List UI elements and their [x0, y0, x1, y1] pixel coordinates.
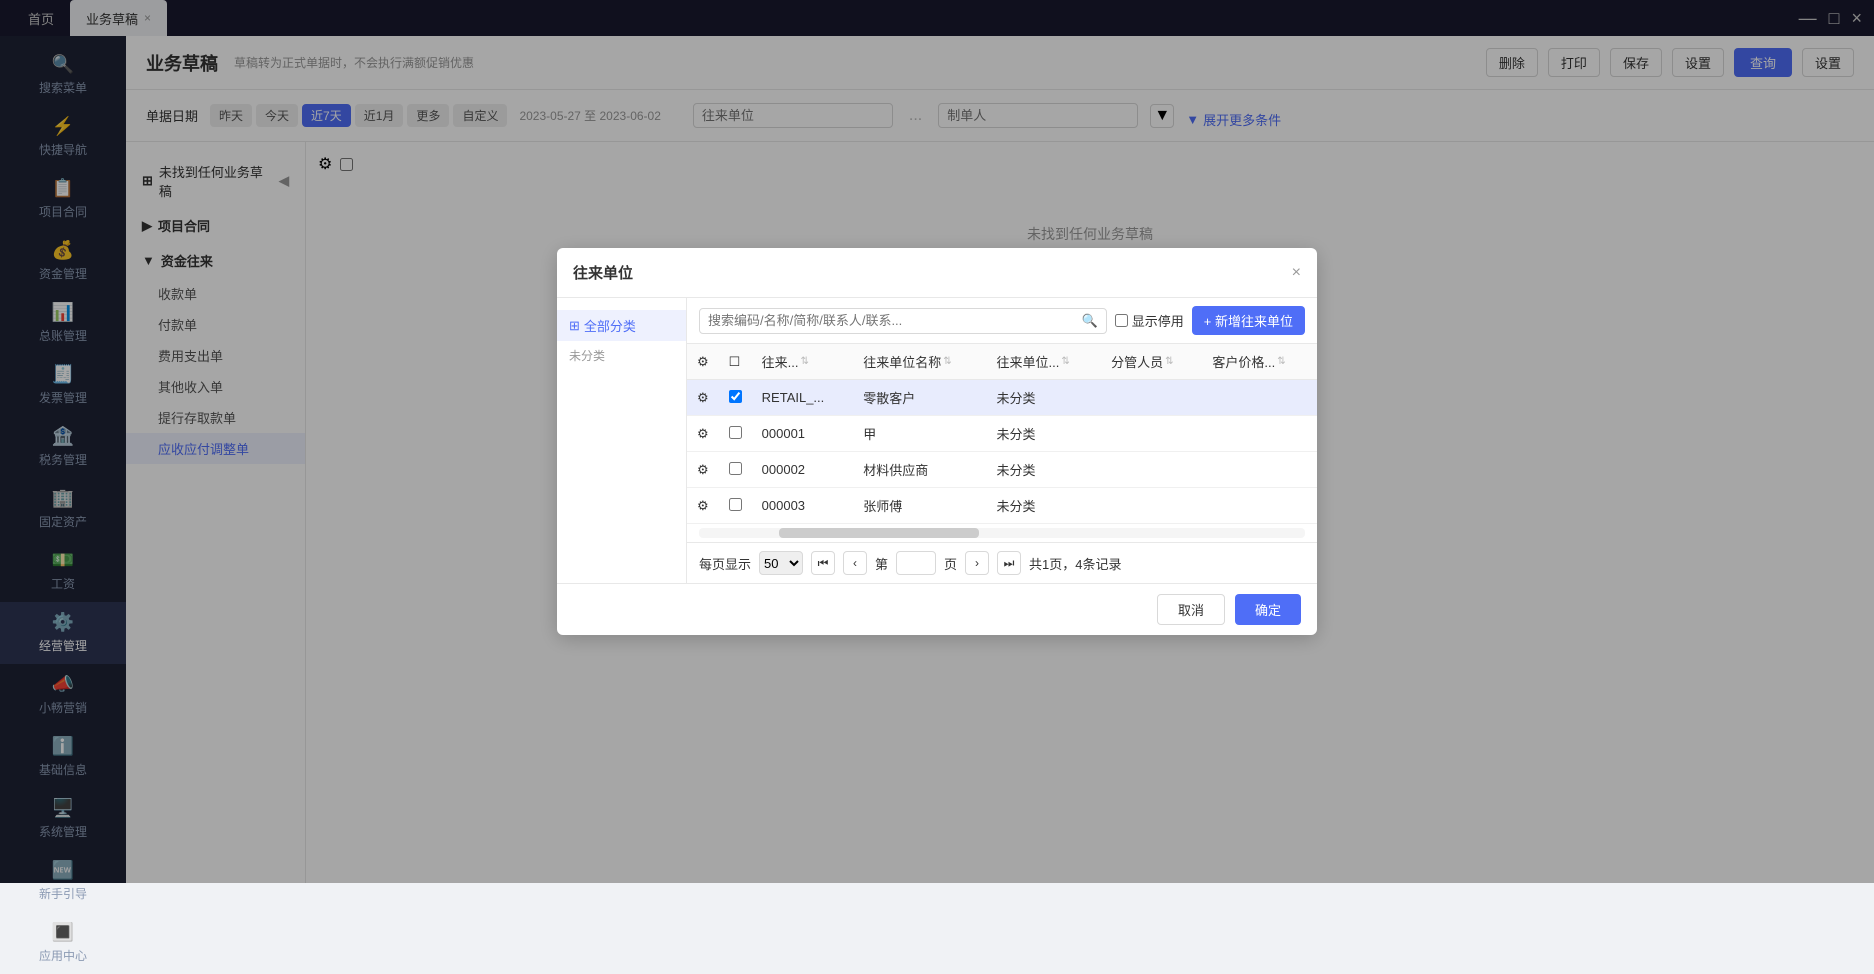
- show-disabled-checkbox[interactable]: [1115, 314, 1128, 327]
- modal-close-button[interactable]: ×: [1292, 264, 1301, 282]
- modal-toolbar: 🔍 显示停用 + 新增往来单位: [687, 298, 1317, 344]
- per-page-select[interactable]: 50 100: [759, 551, 803, 575]
- row-code: RETAIL_...: [752, 380, 854, 416]
- modal-header: 往来单位 ×: [557, 248, 1317, 298]
- search-box[interactable]: 🔍: [699, 308, 1107, 334]
- table-row[interactable]: ⚙ 000001 甲 未分类: [687, 416, 1317, 452]
- cancel-button[interactable]: 取消: [1157, 594, 1225, 625]
- table-row[interactable]: ⚙ 000002 材料供应商 未分类: [687, 452, 1317, 488]
- row-code: 000002: [752, 452, 854, 488]
- page-label: 第: [875, 554, 888, 573]
- sidebar-item-app-center[interactable]: 🔳 应用中心: [0, 912, 126, 974]
- row-manager: [1101, 452, 1202, 488]
- row-manager: [1101, 488, 1202, 524]
- modal-title: 往来单位: [573, 262, 633, 283]
- row-settings[interactable]: ⚙: [687, 452, 719, 488]
- table-row[interactable]: ⚙ RETAIL_... 零散客户 未分类: [687, 380, 1317, 416]
- col-price-level: 客户价格... ⇅: [1202, 344, 1317, 380]
- page-unit: 页: [944, 554, 957, 573]
- row-checkbox[interactable]: [719, 488, 752, 524]
- show-disabled-label: 显示停用: [1132, 311, 1184, 330]
- row-checkbox[interactable]: [719, 380, 752, 416]
- search-icon: 🔍: [1082, 313, 1098, 329]
- col-manager: 分管人员 ⇅: [1101, 344, 1202, 380]
- new-partner-button[interactable]: + 新增往来单位: [1192, 306, 1305, 335]
- modal-body: ⊞ 全部分类 未分类 🔍 显示停用 + 新增往来单位: [557, 298, 1317, 583]
- show-disabled-checkbox-group[interactable]: 显示停用: [1115, 311, 1184, 330]
- row-code: 000003: [752, 488, 854, 524]
- row-price-level: [1202, 488, 1317, 524]
- row-checkbox[interactable]: [719, 452, 752, 488]
- row-price-level: [1202, 452, 1317, 488]
- row-category: 未分类: [986, 452, 1101, 488]
- row-name: 零散客户: [853, 380, 986, 416]
- row-name: 材料供应商: [853, 452, 986, 488]
- modal-table: ⚙ ☐ 往来... ⇅ 往来单位名称 ⇅ 往来单位... ⇅: [687, 344, 1317, 524]
- next-page-button[interactable]: ›: [965, 551, 989, 575]
- modal-content: 🔍 显示停用 + 新增往来单位 ⚙ ☐: [687, 298, 1317, 583]
- row-checkbox[interactable]: [719, 416, 752, 452]
- modal-actions: 取消 确定: [557, 583, 1317, 635]
- prev-page-button[interactable]: ‹: [843, 551, 867, 575]
- modal-uncategorized-label: 未分类: [557, 341, 686, 370]
- col-code: 往来... ⇅: [752, 344, 854, 380]
- row-code: 000001: [752, 416, 854, 452]
- row-name: 张师傅: [853, 488, 986, 524]
- modal-sidebar: ⊞ 全部分类 未分类: [557, 298, 687, 583]
- col-settings[interactable]: ⚙: [687, 344, 719, 380]
- col-checkbox[interactable]: ☐: [719, 344, 752, 380]
- col-category: 往来单位... ⇅: [986, 344, 1101, 380]
- col-name: 往来单位名称 ⇅: [853, 344, 986, 380]
- row-settings[interactable]: ⚙: [687, 380, 719, 416]
- row-name: 甲: [853, 416, 986, 452]
- row-settings[interactable]: ⚙: [687, 416, 719, 452]
- row-category: 未分类: [986, 416, 1101, 452]
- modal-pagination: 每页显示 50 100 ⏮ ‹ 第 1 页 › ⏭ 共1页，4条记录: [687, 542, 1317, 583]
- row-settings[interactable]: ⚙: [687, 488, 719, 524]
- confirm-button[interactable]: 确定: [1235, 594, 1301, 625]
- table-row[interactable]: ⚙ 000003 张师傅 未分类: [687, 488, 1317, 524]
- row-category: 未分类: [986, 380, 1101, 416]
- first-page-button[interactable]: ⏮: [811, 551, 835, 575]
- modal-all-categories[interactable]: ⊞ 全部分类: [557, 310, 686, 341]
- total-info: 共1页，4条记录: [1029, 554, 1121, 573]
- last-page-button[interactable]: ⏭: [997, 551, 1021, 575]
- search-input[interactable]: [708, 313, 1078, 328]
- page-number-input[interactable]: 1: [896, 551, 936, 575]
- partner-unit-modal: 往来单位 × ⊞ 全部分类 未分类 🔍: [557, 248, 1317, 635]
- modal-overlay: 往来单位 × ⊞ 全部分类 未分类 🔍: [0, 0, 1874, 883]
- row-price-level: [1202, 416, 1317, 452]
- per-page-label: 每页显示: [699, 554, 751, 573]
- row-manager: [1101, 380, 1202, 416]
- app-center-icon: 🔳: [52, 922, 74, 943]
- horizontal-scrollbar[interactable]: [699, 528, 1305, 538]
- row-price-level: [1202, 380, 1317, 416]
- row-manager: [1101, 416, 1202, 452]
- row-category: 未分类: [986, 488, 1101, 524]
- scrollbar-thumb[interactable]: [779, 528, 979, 538]
